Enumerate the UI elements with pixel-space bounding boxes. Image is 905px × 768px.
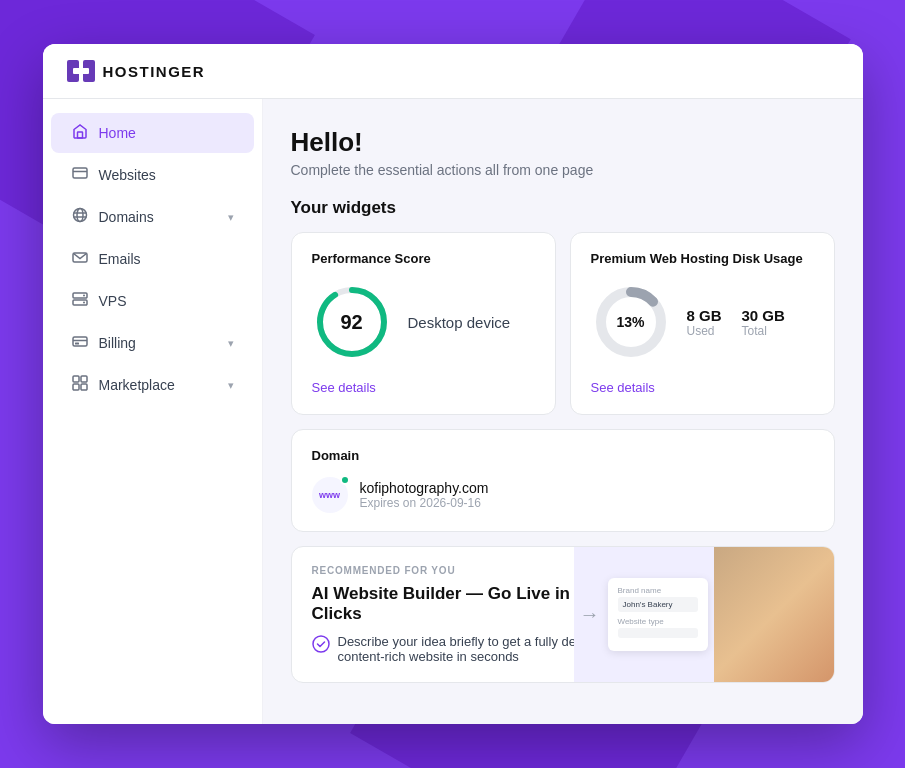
visual-right-image [714,547,834,682]
domain-name: kofiphotography.com [360,480,489,496]
disk-used-stat: 8 GB Used [687,307,722,338]
disk-stats: 8 GB Used 30 GB Total [687,307,785,338]
svg-point-14 [83,302,85,304]
main-layout: Home Websites [43,99,863,724]
visual-left: → Brand name John's Bakery Website type [574,547,714,682]
performance-see-details-link[interactable]: See details [312,380,376,395]
disk-total-label: Total [742,324,785,338]
svg-rect-4 [73,168,87,178]
svg-point-6 [73,209,86,222]
sidebar-item-vps[interactable]: VPS [51,281,254,321]
form-label-brand: Brand name [618,586,698,595]
performance-score-value: 92 [340,311,362,334]
disk-donut-chart: 13% [591,282,671,362]
svg-point-7 [77,209,83,222]
arrow-right-icon: → [580,603,600,626]
svg-point-26 [313,636,329,652]
check-circle-icon [312,635,330,656]
disk-total-stat: 30 GB Total [742,307,785,338]
performance-score-widget: Performance Score 92 Desktop device See … [291,232,556,415]
topbar: HOSTINGER [43,44,863,99]
websites-icon [71,165,89,185]
hostinger-logo-icon [67,60,95,82]
widgets-row: Performance Score 92 Desktop device See … [291,232,835,415]
disk-widget-title: Premium Web Hosting Disk Usage [591,251,814,266]
domain-widget: Domain www kofiphotography.com Expires o… [291,429,835,532]
domain-widget-title: Domain [312,448,814,463]
logo: HOSTINGER [67,60,206,82]
disk-used-value: 8 GB [687,307,722,324]
greeting-title: Hello! [291,127,835,158]
svg-rect-17 [75,343,79,345]
performance-circle-chart: 92 [312,282,392,362]
disk-percent-value: 13% [616,314,644,330]
sidebar-label-vps: VPS [99,293,234,309]
disk-total-value: 30 GB [742,307,785,324]
domain-item: www kofiphotography.com Expires on 2026-… [312,477,814,513]
main-content: Hello! Complete the essential actions al… [263,99,863,724]
form-preview: Brand name John's Bakery Website type [608,578,708,651]
marketplace-icon [71,375,89,395]
recommended-visual: → Brand name John's Bakery Website type [574,547,834,682]
marketplace-chevron-icon: ▾ [228,379,234,392]
domain-active-indicator [340,475,350,485]
sidebar-item-marketplace[interactable]: Marketplace ▾ [51,365,254,405]
svg-rect-21 [81,384,87,390]
vps-icon [71,291,89,311]
domains-chevron-icon: ▾ [228,211,234,224]
svg-rect-15 [73,337,87,346]
form-label-type: Website type [618,617,698,626]
sidebar-label-home: Home [99,125,234,141]
home-icon [71,123,89,143]
greeting-subtitle: Complete the essential actions all from … [291,162,835,178]
disk-used-label: Used [687,324,722,338]
sidebar-label-billing: Billing [99,335,218,351]
disk-see-details-link[interactable]: See details [591,380,655,395]
billing-chevron-icon: ▾ [228,337,234,350]
sidebar-item-home[interactable]: Home [51,113,254,153]
recommended-card: RECOMMENDED FOR YOU AI Website Builder —… [291,546,835,683]
sidebar-item-websites[interactable]: Websites [51,155,254,195]
form-field-type [618,628,698,638]
sidebar: Home Websites [43,99,263,724]
svg-rect-3 [77,132,82,138]
browser-window: HOSTINGER Home [43,44,863,724]
sidebar-label-emails: Emails [99,251,234,267]
sidebar-item-domains[interactable]: Domains ▾ [51,197,254,237]
app-name: HOSTINGER [103,63,206,80]
disk-usage-widget: Premium Web Hosting Disk Usage 13% 8 GB [570,232,835,415]
svg-point-13 [83,295,85,297]
domain-info: kofiphotography.com Expires on 2026-09-1… [360,480,489,510]
form-field-brand: John's Bakery [618,597,698,612]
emails-icon [71,249,89,269]
svg-rect-2 [73,68,89,74]
perf-score-content: 92 Desktop device [312,282,535,362]
sidebar-label-websites: Websites [99,167,234,183]
performance-widget-title: Performance Score [312,251,535,266]
widgets-section-title: Your widgets [291,198,835,218]
disk-usage-content: 13% 8 GB Used 30 GB Total [591,282,814,362]
billing-icon [71,333,89,353]
sidebar-label-domains: Domains [99,209,218,225]
device-label: Desktop device [408,314,511,331]
domains-icon [71,207,89,227]
svg-rect-19 [81,376,87,382]
domain-expiry: Expires on 2026-09-16 [360,496,489,510]
svg-rect-20 [73,384,79,390]
sidebar-label-marketplace: Marketplace [99,377,218,393]
svg-rect-18 [73,376,79,382]
sidebar-item-emails[interactable]: Emails [51,239,254,279]
domain-dot-icon: www [312,477,348,513]
sidebar-item-billing[interactable]: Billing ▾ [51,323,254,363]
